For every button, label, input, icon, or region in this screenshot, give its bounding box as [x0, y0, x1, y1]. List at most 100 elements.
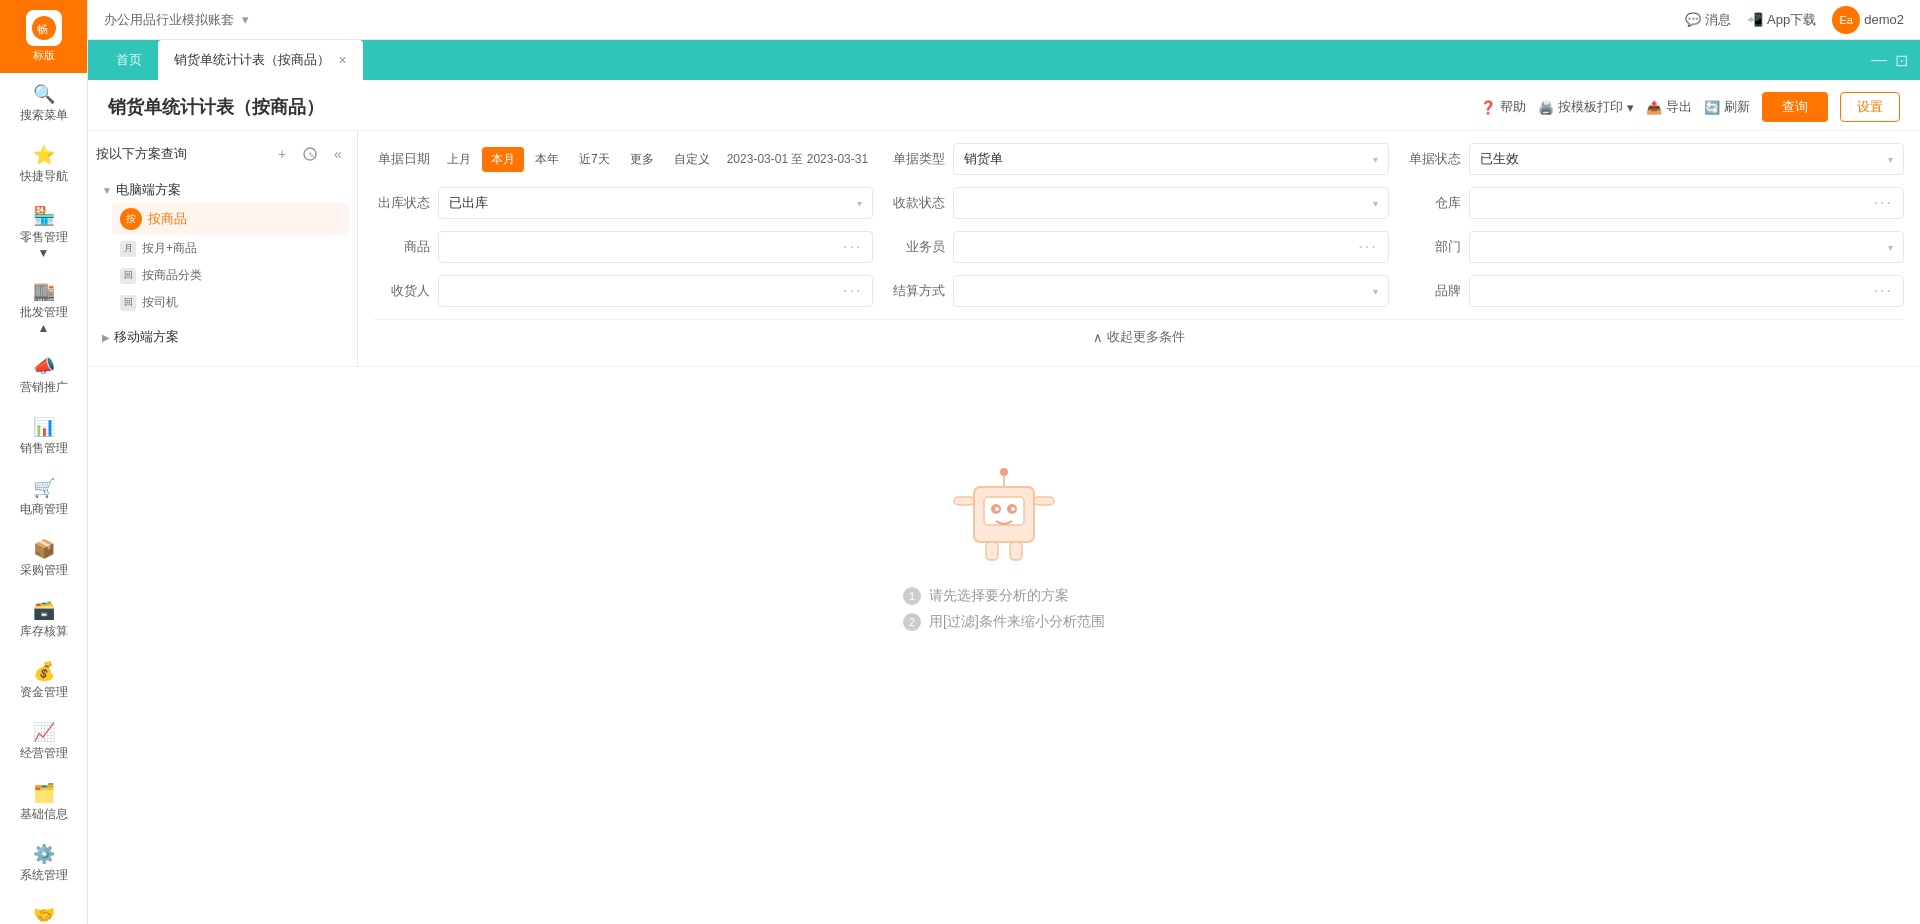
scheme-group-pc: ▼ 电脑端方案 按 按商品 月 按月+商品 [96, 177, 349, 316]
sidebar-item-inventory-label: 库存核算 [20, 623, 68, 640]
doc-type-value[interactable]: 销货单 ▾ [953, 143, 1388, 175]
sidebar-item-wholesale[interactable]: 🏬 批发管理 ▲ [0, 270, 87, 345]
brand-value[interactable]: ··· [1469, 275, 1904, 307]
company-dropdown-icon[interactable]: ▾ [242, 12, 249, 27]
date-tabs: 上月 本月 本年 近7天 更多 自定义 [438, 147, 719, 172]
retail-icon: 🏪 [33, 205, 55, 227]
app-download-icon: 📲 [1747, 12, 1763, 27]
print-template-btn[interactable]: 🖨️ 按模板打印 ▾ [1538, 98, 1634, 116]
sidebar: 畅 标版 🔍 搜索菜单 ⭐ 快捷导航 🏪 零售管理 ▼ 🏬 批发管理 ▲ 📣 营… [0, 0, 88, 924]
tip-num-2: 2 [903, 613, 921, 631]
filter-section: 按以下方案查询 + ✎ « ▼ 电脑端方案 [88, 131, 1920, 367]
scheme-edit-btn[interactable]: ✎ [299, 143, 321, 165]
recipient-label: 收货人 [374, 282, 430, 300]
svg-rect-12 [986, 542, 998, 560]
message-label: 消息 [1705, 11, 1731, 29]
mobile-group-arrow: ▶ [102, 332, 110, 343]
sidebar-item-basic[interactable]: 🗂️ 基础信息 [0, 772, 87, 833]
user-name: demo2 [1864, 12, 1904, 27]
warehouse-value[interactable]: ··· [1469, 187, 1904, 219]
sidebar-item-ecommerce[interactable]: 🛒 电商管理 [0, 467, 87, 528]
out-status-text: 已出库 [449, 194, 488, 212]
scheme-item-by-goods-category[interactable]: 回 按商品分类 [112, 262, 349, 289]
help-btn[interactable]: ❓ 帮助 [1480, 98, 1526, 116]
logo-area: 畅 标版 [0, 0, 87, 73]
scheme-add-btn[interactable]: + [271, 143, 293, 165]
search-nav-icon: 🔍 [33, 83, 55, 105]
print-dropdown-icon: ▾ [1627, 100, 1634, 115]
tab-home[interactable]: 首页 [100, 40, 158, 80]
empty-tip-1: 1 请先选择要分析的方案 [903, 587, 1105, 605]
filter-item-department: 部门 ▾ [1405, 231, 1904, 263]
refresh-btn[interactable]: 🔄 刷新 [1704, 98, 1750, 116]
sidebar-item-finance[interactable]: 💰 资金管理 [0, 650, 87, 711]
filter-item-doc-status: 单据状态 已生效 ▾ [1405, 143, 1904, 175]
sidebar-item-purchase-label: 采购管理 [20, 562, 68, 579]
sidebar-item-search[interactable]: 🔍 搜索菜单 [0, 73, 87, 134]
date-tab-7days[interactable]: 近7天 [570, 147, 619, 172]
tab-maximize-icon[interactable]: ⊡ [1895, 51, 1908, 70]
sidebar-item-quick-nav[interactable]: ⭐ 快捷导航 [0, 134, 87, 195]
sidebar-item-enterprise[interactable]: 🤝 企业协同 [0, 894, 87, 924]
scheme-item-by-driver[interactable]: 回 按司机 [112, 289, 349, 316]
export-btn[interactable]: 📤 导出 [1646, 98, 1692, 116]
tip-text-2: 用[过滤]条件来缩小分析范围 [929, 613, 1105, 631]
logo-icon: 畅 [26, 10, 62, 46]
svg-rect-11 [1034, 497, 1054, 505]
company-name: 办公用品行业模拟账套 [104, 11, 234, 29]
scheme-item-by-month-goods[interactable]: 月 按月+商品 [112, 235, 349, 262]
scheme-group-pc-header[interactable]: ▼ 电脑端方案 [96, 177, 349, 203]
sidebar-item-retail[interactable]: 🏪 零售管理 ▼ [0, 195, 87, 270]
recipient-value[interactable]: ··· [438, 275, 873, 307]
basic-icon: 🗂️ [33, 782, 55, 804]
sidebar-item-marketing[interactable]: 📣 营销推广 [0, 345, 87, 406]
svg-rect-13 [1010, 542, 1022, 560]
collect-status-value[interactable]: ▾ [953, 187, 1388, 219]
salesperson-value[interactable]: ··· [953, 231, 1388, 263]
department-arrow: ▾ [1888, 242, 1893, 253]
message-btn[interactable]: 💬 消息 [1685, 11, 1731, 29]
date-tab-this-year[interactable]: 本年 [526, 147, 568, 172]
scheme-group-mobile-header[interactable]: ▶ 移动端方案 [96, 324, 349, 350]
scheme-group-mobile: ▶ 移动端方案 [96, 324, 349, 350]
scheme-panel: 按以下方案查询 + ✎ « ▼ 电脑端方案 [88, 131, 358, 366]
doc-type-arrow: ▾ [1373, 154, 1378, 165]
sidebar-item-operations[interactable]: 📈 经营管理 [0, 711, 87, 772]
collapse-filter-btn[interactable]: ∧ 收起更多条件 [374, 319, 1904, 354]
filter-item-warehouse: 仓库 ··· [1405, 187, 1904, 219]
export-icon: 📤 [1646, 100, 1662, 115]
out-status-arrow: ▾ [857, 198, 862, 209]
date-tab-custom[interactable]: 自定义 [665, 147, 719, 172]
tab-close-icon[interactable]: ✕ [338, 54, 347, 67]
app-download-btn[interactable]: 📲 App下载 [1747, 11, 1816, 29]
scheme-item-by-goods[interactable]: 按 按商品 [112, 203, 349, 235]
pc-group-label: 电脑端方案 [116, 181, 181, 199]
scheme-icon-goods-cat: 回 [120, 268, 136, 284]
goods-value[interactable]: ··· [438, 231, 873, 263]
sidebar-item-inventory[interactable]: 🗃️ 库存核算 [0, 589, 87, 650]
sidebar-item-system[interactable]: ⚙️ 系统管理 [0, 833, 87, 894]
home-tab-label: 首页 [116, 51, 142, 69]
settings-button[interactable]: 设置 [1840, 92, 1900, 122]
sidebar-item-purchase[interactable]: 📦 采购管理 [0, 528, 87, 589]
out-status-value[interactable]: 已出库 ▾ [438, 187, 873, 219]
svg-text:✎: ✎ [308, 151, 315, 160]
date-tab-this-month[interactable]: 本月 [482, 147, 524, 172]
filter-panel: 单据日期 上月 本月 本年 近7天 更多 自定义 2023-03-01 至 20… [358, 131, 1920, 366]
wholesale-icon: 🏬 [33, 280, 55, 302]
tab-report[interactable]: 销货单统计计表（按商品） ✕ [158, 40, 363, 80]
query-button[interactable]: 查询 [1762, 92, 1828, 122]
settle-method-value[interactable]: ▾ [953, 275, 1388, 307]
sidebar-item-wholesale-label: 批发管理 [20, 304, 68, 321]
department-value[interactable]: ▾ [1469, 231, 1904, 263]
export-label: 导出 [1666, 98, 1692, 116]
avatar-text: Ea [1840, 14, 1853, 26]
doc-status-value[interactable]: 已生效 ▾ [1469, 143, 1904, 175]
sidebar-item-sales[interactable]: 📊 销售管理 [0, 406, 87, 467]
user-profile[interactable]: Ea demo2 [1832, 6, 1904, 34]
scheme-collapse-btn[interactable]: « [327, 143, 349, 165]
date-tab-more[interactable]: 更多 [621, 147, 663, 172]
tab-minimize-icon[interactable]: — [1871, 51, 1887, 69]
date-tab-last-month[interactable]: 上月 [438, 147, 480, 172]
operations-icon: 📈 [33, 721, 55, 743]
